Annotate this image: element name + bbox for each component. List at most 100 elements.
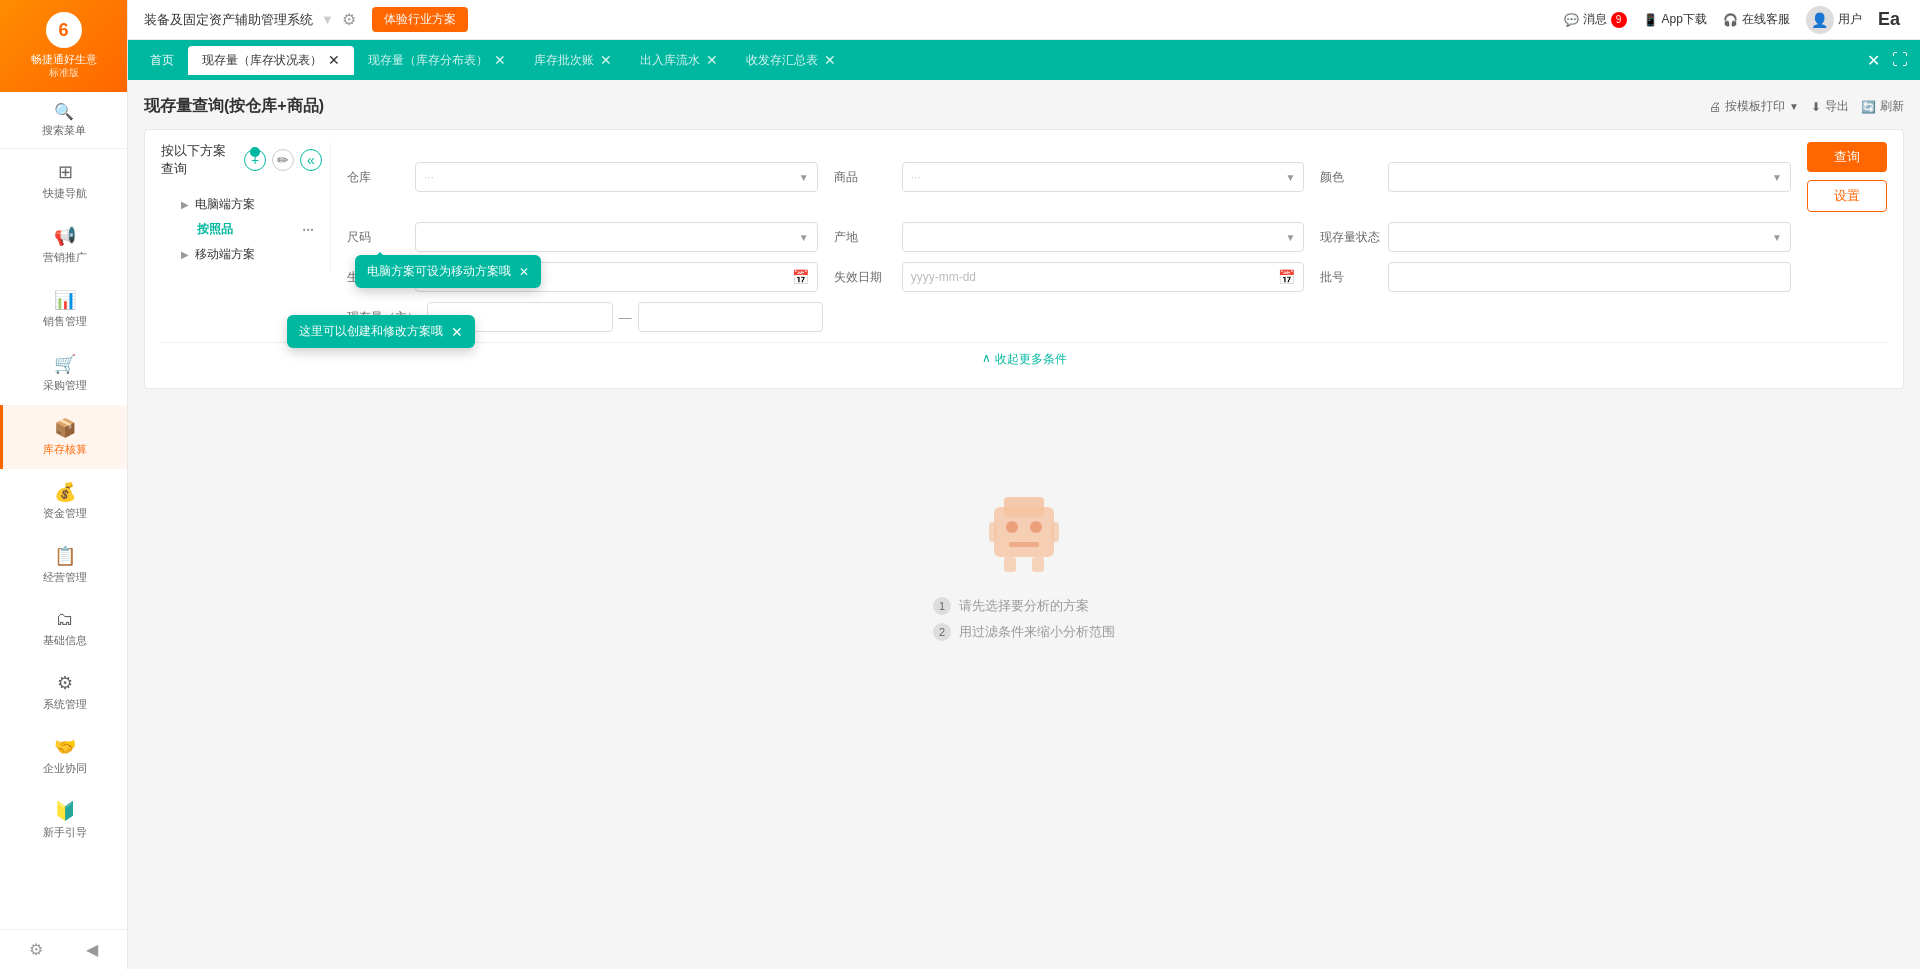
tab-inout-flow[interactable]: 出入库流水 ✕ <box>626 46 732 75</box>
header-right: 💬 消息 9 📱 App下载 🎧 在线客服 👤 用户 Ea <box>1564 6 1904 34</box>
search-button[interactable]: 查询 <box>1807 142 1887 172</box>
sidebar-item-marketing[interactable]: 📢 营销推广 <box>0 213 127 277</box>
stock-qty-to[interactable] <box>638 302 824 332</box>
filter-product: 商品 ··· ▼ <box>834 162 1305 192</box>
product-select[interactable]: ··· ▼ <box>902 162 1305 192</box>
svg-point-2 <box>1006 521 1018 533</box>
range-separator: — <box>619 310 632 325</box>
tab-inventory-dist[interactable]: 现存量（库存分布表） ✕ <box>354 46 520 75</box>
tab-close-icon[interactable]: ✕ <box>494 52 506 68</box>
app-download-btn[interactable]: 📱 App下载 <box>1643 11 1707 28</box>
tab-home[interactable]: 首页 <box>136 46 188 75</box>
print-btn[interactable]: 🖨 按模板打印 ▼ <box>1709 98 1799 115</box>
user-area[interactable]: 👤 用户 <box>1806 6 1862 34</box>
collapse-sidebar-btn[interactable]: ◀ <box>86 940 98 959</box>
trial-btn[interactable]: 体验行业方案 <box>372 7 468 32</box>
svg-rect-5 <box>989 522 997 542</box>
close-all-tabs-btn[interactable]: ✕ <box>1863 47 1884 74</box>
scheme-tooltip-text: 电脑方案可设为移动方案哦 <box>367 263 511 280</box>
product-label: 商品 <box>834 169 894 186</box>
color-select[interactable]: ▼ <box>1388 162 1791 192</box>
tab-batch-ledger[interactable]: 库存批次账 ✕ <box>520 46 626 75</box>
tab-inventory-status[interactable]: 现存量（库存状况表） ✕ <box>188 46 354 75</box>
close-tooltip-btn[interactable]: ✕ <box>519 265 529 279</box>
sidebar-item-guide[interactable]: 🔰 新手引导 <box>0 788 127 852</box>
sidebar-item-operations[interactable]: 📋 经营管理 <box>0 533 127 597</box>
scheme-tooltip-bubble: 电脑方案可设为移动方案哦 ✕ <box>355 255 541 288</box>
expire-date-input[interactable]: yyyy-mm-dd 📅 <box>902 262 1305 292</box>
chevron-down-icon: ▼ <box>1285 232 1295 243</box>
fullscreen-btn[interactable]: ⛶ <box>1888 47 1912 73</box>
search-icon: 🔍 <box>54 102 74 121</box>
page-title-bar: 现存量查询(按仓库+商品) 🖨 按模板打印 ▼ ⬇ 导出 🔄 刷新 <box>144 96 1904 117</box>
expire-date-label: 失效日期 <box>834 269 894 286</box>
tab-label: 出入库流水 <box>640 52 700 69</box>
empty-tip-1: 1 请先选择要分析的方案 <box>933 597 1115 615</box>
sidebar-item-sales[interactable]: 📊 销售管理 <box>0 277 127 341</box>
sidebar-item-finance[interactable]: 💰 资金管理 <box>0 469 127 533</box>
export-icon: ⬇ <box>1811 100 1821 114</box>
online-support-btn[interactable]: 🎧 在线客服 <box>1723 11 1790 28</box>
tab-label: 库存批次账 <box>534 52 594 69</box>
filter-color: 颜色 ▼ <box>1320 162 1791 192</box>
filter-header: 按以下方案查询 + ✏ « <box>161 142 322 178</box>
sidebar-logo[interactable]: 6 畅捷通好生意 标准版 <box>0 0 127 92</box>
filter-area: 按以下方案查询 + ✏ « ▶ <box>144 129 1904 389</box>
tab-collect-summary[interactable]: 收发存汇总表 ✕ <box>732 46 850 75</box>
sidebar-item-system[interactable]: ⚙ 系统管理 <box>0 660 127 724</box>
close-edit-tooltip-btn[interactable]: ✕ <box>451 324 463 340</box>
sidebar-item-enterprise[interactable]: 🤝 企业协同 <box>0 724 127 788</box>
sidebar-search[interactable]: 🔍 搜索菜单 <box>0 92 127 149</box>
batch-input[interactable] <box>1388 262 1791 292</box>
tabs-bar: 首页 现存量（库存状况表） ✕ 现存量（库存分布表） ✕ 库存批次账 ✕ 出入库… <box>128 40 1920 80</box>
tab-label: 收发存汇总表 <box>746 52 818 69</box>
collapse-icon: ∧ <box>982 351 991 368</box>
settings-btn[interactable]: ⚙ <box>29 940 43 959</box>
tab-close-icon[interactable]: ✕ <box>600 52 612 68</box>
message-btn[interactable]: 💬 消息 9 <box>1564 11 1627 28</box>
chevron-down-icon: ▼ <box>1285 172 1295 183</box>
scheme-group-desktop[interactable]: ▶ 电脑端方案 <box>173 192 322 217</box>
back-btn[interactable]: « <box>300 149 322 171</box>
add-scheme-btn[interactable]: + <box>244 149 266 171</box>
refresh-btn[interactable]: 🔄 刷新 <box>1861 98 1904 115</box>
filter-row-4: 现存量（主） — <box>347 302 1887 332</box>
sidebar-item-purchase[interactable]: 🛒 采购管理 <box>0 341 127 405</box>
header-settings-icon[interactable]: ⚙ <box>342 10 356 29</box>
svg-point-3 <box>1030 521 1042 533</box>
stock-status-select[interactable]: ▼ <box>1388 222 1791 252</box>
filter-header-label: 按以下方案查询 <box>161 142 232 178</box>
svg-rect-6 <box>1051 522 1059 542</box>
scheme-group-mobile[interactable]: ▶ 移动端方案 <box>173 242 322 267</box>
scheme-item-desktop[interactable]: 按照品 ··· <box>173 217 322 242</box>
sidebar-search-label: 搜索菜单 <box>42 123 86 138</box>
sidebar-item-basic[interactable]: 🗂 基础信息 <box>0 597 127 660</box>
export-btn[interactable]: ⬇ 导出 <box>1811 98 1849 115</box>
tab-close-icon[interactable]: ✕ <box>706 52 718 68</box>
reset-button[interactable]: 设置 <box>1807 180 1887 212</box>
chevron-down-icon: ▼ <box>799 172 809 183</box>
tab-close-icon[interactable]: ✕ <box>328 52 340 68</box>
logo-icon: 6 <box>46 12 82 48</box>
edit-tooltip-text: 这里可以创建和修改方案哦 <box>299 323 443 340</box>
size-label: 尺码 <box>347 229 407 246</box>
system-icon: ⚙ <box>57 672 73 694</box>
sidebar-item-inventory[interactable]: 📦 库存核算 <box>0 405 127 469</box>
refresh-label: 刷新 <box>1880 98 1904 115</box>
scheme-item-label: 按照品 <box>197 221 233 238</box>
sidebar-item-quick-nav[interactable]: ⊞ 快捷导航 <box>0 149 127 213</box>
chevron-down-icon: ▼ <box>1772 232 1782 243</box>
empty-state: 1 请先选择要分析的方案 2 用过滤条件来缩小分析范围 <box>144 397 1904 729</box>
export-label: 导出 <box>1825 98 1849 115</box>
logo-badge: 标准版 <box>49 66 79 80</box>
origin-select[interactable]: ▼ <box>902 222 1305 252</box>
message-icon: 💬 <box>1564 13 1579 27</box>
size-select[interactable]: ▼ <box>415 222 818 252</box>
tip-text-2: 用过滤条件来缩小分析范围 <box>959 623 1115 641</box>
main-content: 现存量查询(按仓库+商品) 🖨 按模板打印 ▼ ⬇ 导出 🔄 刷新 <box>128 80 1920 969</box>
tab-close-icon[interactable]: ✕ <box>824 52 836 68</box>
sidebar: 6 畅捷通好生意 标准版 🔍 搜索菜单 ⊞ 快捷导航 📢 营销推广 📊 销售管理… <box>0 0 128 969</box>
empty-tip-2: 2 用过滤条件来缩小分析范围 <box>933 623 1115 641</box>
warehouse-select[interactable]: ··· ▼ <box>415 162 818 192</box>
edit-scheme-btn[interactable]: ✏ <box>272 149 294 171</box>
